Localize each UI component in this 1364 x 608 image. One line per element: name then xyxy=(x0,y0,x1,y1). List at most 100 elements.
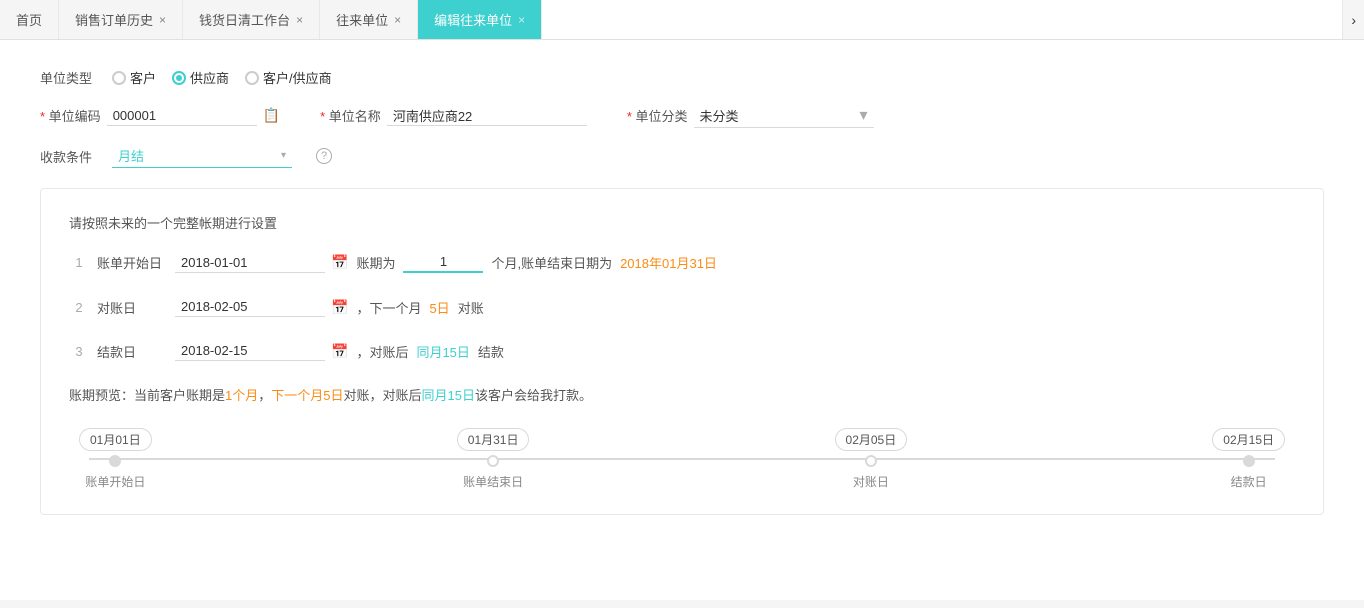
unit-code-input[interactable] xyxy=(107,106,257,126)
row-3-end-text: 结款 xyxy=(478,342,504,361)
row-2-mid-text: ，下一个月 xyxy=(356,298,421,317)
row-1-number: 1 xyxy=(69,255,89,270)
tab-home[interactable]: 首页 xyxy=(0,0,59,39)
setting-row-2: 2 对账日 📅 ，下一个月 5日 对账 xyxy=(69,297,1295,317)
row-3-label: 结款日 xyxy=(97,342,167,361)
nav-arrow-icon: › xyxy=(1351,12,1356,28)
tab-counterpart-label: 往来单位 xyxy=(336,10,388,29)
timeline-point-2: 02月05日 对账日 xyxy=(835,428,908,490)
payment-condition-dropdown[interactable]: 月结 ▾ xyxy=(112,144,292,168)
preview-sep2: 对账，对账后 xyxy=(344,388,422,403)
timeline-dot-wrapper-2: 02月05日 xyxy=(835,428,908,467)
row-2-number: 2 xyxy=(69,300,89,315)
tab-edit-counterpart[interactable]: 编辑往来单位 × xyxy=(418,0,542,39)
unit-code-label: 单位编码 xyxy=(40,106,101,125)
tab-cash-close[interactable]: × xyxy=(296,13,303,27)
row-2-label: 对账日 xyxy=(97,298,167,317)
preview-sep1: ， xyxy=(258,388,271,403)
radio-both[interactable]: 客户/供应商 xyxy=(245,68,332,87)
row-1-period-unit: 个月,账单结束日期为 xyxy=(491,253,612,272)
unit-name-label: 单位名称 xyxy=(320,106,381,125)
preview-prefix: 账期预览：当前客户账期是 xyxy=(69,388,225,403)
timeline-dot-wrapper-0: 01月01日 xyxy=(79,428,152,467)
row-3-date-field: 📅 xyxy=(175,341,348,361)
row-1-period-end-date: 2018年01月31日 xyxy=(620,253,717,272)
row-2-date-field: 📅 xyxy=(175,297,348,317)
timeline-dot-1 xyxy=(487,455,499,467)
tab-home-label: 首页 xyxy=(16,10,42,29)
preview-section: 账期预览：当前客户账期是1个月，下一个月5日对账，对账后同月15日该客户会给我打… xyxy=(69,385,1295,490)
radio-customer[interactable]: 客户 xyxy=(112,68,156,87)
unit-code-field: 单位编码 📋 xyxy=(40,106,280,126)
unit-category-chevron: ▾ xyxy=(859,105,867,125)
radio-customer-label: 客户 xyxy=(130,68,156,87)
timeline-points: 01月01日 账单开始日 01月31日 账单结束日 xyxy=(79,428,1285,490)
tab-sales-close[interactable]: × xyxy=(159,13,166,27)
payment-condition-label: 收款条件 xyxy=(40,147,92,166)
timeline-label-2: 02月05日 xyxy=(835,428,908,451)
timeline-point-0: 01月01日 账单开始日 xyxy=(79,428,152,490)
timeline-dot-2 xyxy=(865,455,877,467)
tab-bar: 首页 销售订单历史 × 钱货日清工作台 × 往来单位 × 编辑往来单位 × › xyxy=(0,0,1364,40)
section-box: 请按照未来的一个完整帐期进行设置 1 账单开始日 📅 账期为 个月,账单结束日期… xyxy=(40,188,1324,515)
unit-category-value: 未分类 xyxy=(700,106,852,125)
section-title: 请按照未来的一个完整帐期进行设置 xyxy=(69,213,1295,232)
unit-type-label: 单位类型 xyxy=(40,68,92,87)
tab-counterpart-close[interactable]: × xyxy=(394,13,401,27)
radio-group-unit-type: 客户 供应商 客户/供应商 xyxy=(112,68,332,87)
preview-part2: 下一个月5日 xyxy=(271,388,343,403)
row-2-end-text: 对账 xyxy=(458,298,484,317)
timeline-dot-0 xyxy=(109,455,121,467)
preview-part1: 1个月 xyxy=(225,388,258,403)
payment-condition-value: 月结 xyxy=(118,146,277,165)
row-3-mid-text: ，对账后 xyxy=(356,342,408,361)
row-2-calendar-icon[interactable]: 📅 xyxy=(331,299,348,316)
unit-category-label: 单位分类 xyxy=(627,106,688,125)
unit-code-icon[interactable]: 📋 xyxy=(263,107,280,124)
setting-row-3: 3 结款日 📅 ，对账后 同月15日 结款 xyxy=(69,341,1295,361)
timeline-label-0: 01月01日 xyxy=(79,428,152,451)
timeline-sub-2: 对账日 xyxy=(853,473,889,490)
tab-counterpart[interactable]: 往来单位 × xyxy=(320,0,418,39)
timeline-dot-wrapper-1: 01月31日 xyxy=(457,428,530,467)
timeline-dot-wrapper-3: 02月15日 xyxy=(1212,428,1285,467)
tab-cash-label: 钱货日清工作台 xyxy=(199,10,290,29)
timeline-label-3: 02月15日 xyxy=(1212,428,1285,451)
setting-row-1: 1 账单开始日 📅 账期为 个月,账单结束日期为 2018年01月31日 xyxy=(69,252,1295,273)
row-2-highlight: 5日 xyxy=(429,298,449,317)
help-icon[interactable]: ? xyxy=(316,148,332,164)
payment-condition-row: 收款条件 月结 ▾ ? xyxy=(40,144,1324,168)
timeline-sub-1: 账单结束日 xyxy=(463,473,523,490)
row-3-date-input[interactable] xyxy=(175,341,325,361)
radio-supplier-circle xyxy=(172,71,186,85)
row-1-period-input[interactable] xyxy=(403,252,483,273)
row-1-date-input[interactable] xyxy=(175,253,325,273)
tab-edit-close[interactable]: × xyxy=(518,13,525,27)
unit-name-field: 单位名称 xyxy=(320,106,587,126)
timeline-point-3: 02月15日 结款日 xyxy=(1212,428,1285,490)
radio-supplier[interactable]: 供应商 xyxy=(172,68,229,87)
row-1-mid-text: 账期为 xyxy=(356,253,395,272)
row-2-date-input[interactable] xyxy=(175,297,325,317)
radio-both-label: 客户/供应商 xyxy=(263,68,332,87)
row-1-calendar-icon[interactable]: 📅 xyxy=(331,254,348,271)
preview-text: 账期预览：当前客户账期是1个月，下一个月5日对账，对账后同月15日该客户会给我打… xyxy=(69,385,1295,404)
row-3-calendar-icon[interactable]: 📅 xyxy=(331,343,348,360)
unit-category-field: 单位分类 未分类 ▾ xyxy=(627,103,874,128)
preview-part3: 同月15日 xyxy=(422,388,475,403)
tab-sales-label: 销售订单历史 xyxy=(75,10,153,29)
unit-name-input[interactable] xyxy=(387,106,587,126)
preview-suffix: 该客户会给我打款。 xyxy=(475,388,592,403)
row-3-highlight: 同月15日 xyxy=(416,342,469,361)
tab-sales-history[interactable]: 销售订单历史 × xyxy=(59,0,183,39)
unit-fields-row: 单位编码 📋 单位名称 单位分类 未分类 ▾ xyxy=(40,103,1324,128)
timeline-sub-0: 账单开始日 xyxy=(85,473,145,490)
tab-cash-work[interactable]: 钱货日清工作台 × xyxy=(183,0,320,39)
timeline-dot-3 xyxy=(1243,455,1255,467)
timeline: 01月01日 账单开始日 01月31日 账单结束日 xyxy=(69,428,1295,490)
row-1-label: 账单开始日 xyxy=(97,253,167,272)
timeline-label-1: 01月31日 xyxy=(457,428,530,451)
unit-category-dropdown[interactable]: 未分类 ▾ xyxy=(694,103,874,128)
tab-nav-arrow[interactable]: › xyxy=(1342,0,1364,39)
radio-both-circle xyxy=(245,71,259,85)
